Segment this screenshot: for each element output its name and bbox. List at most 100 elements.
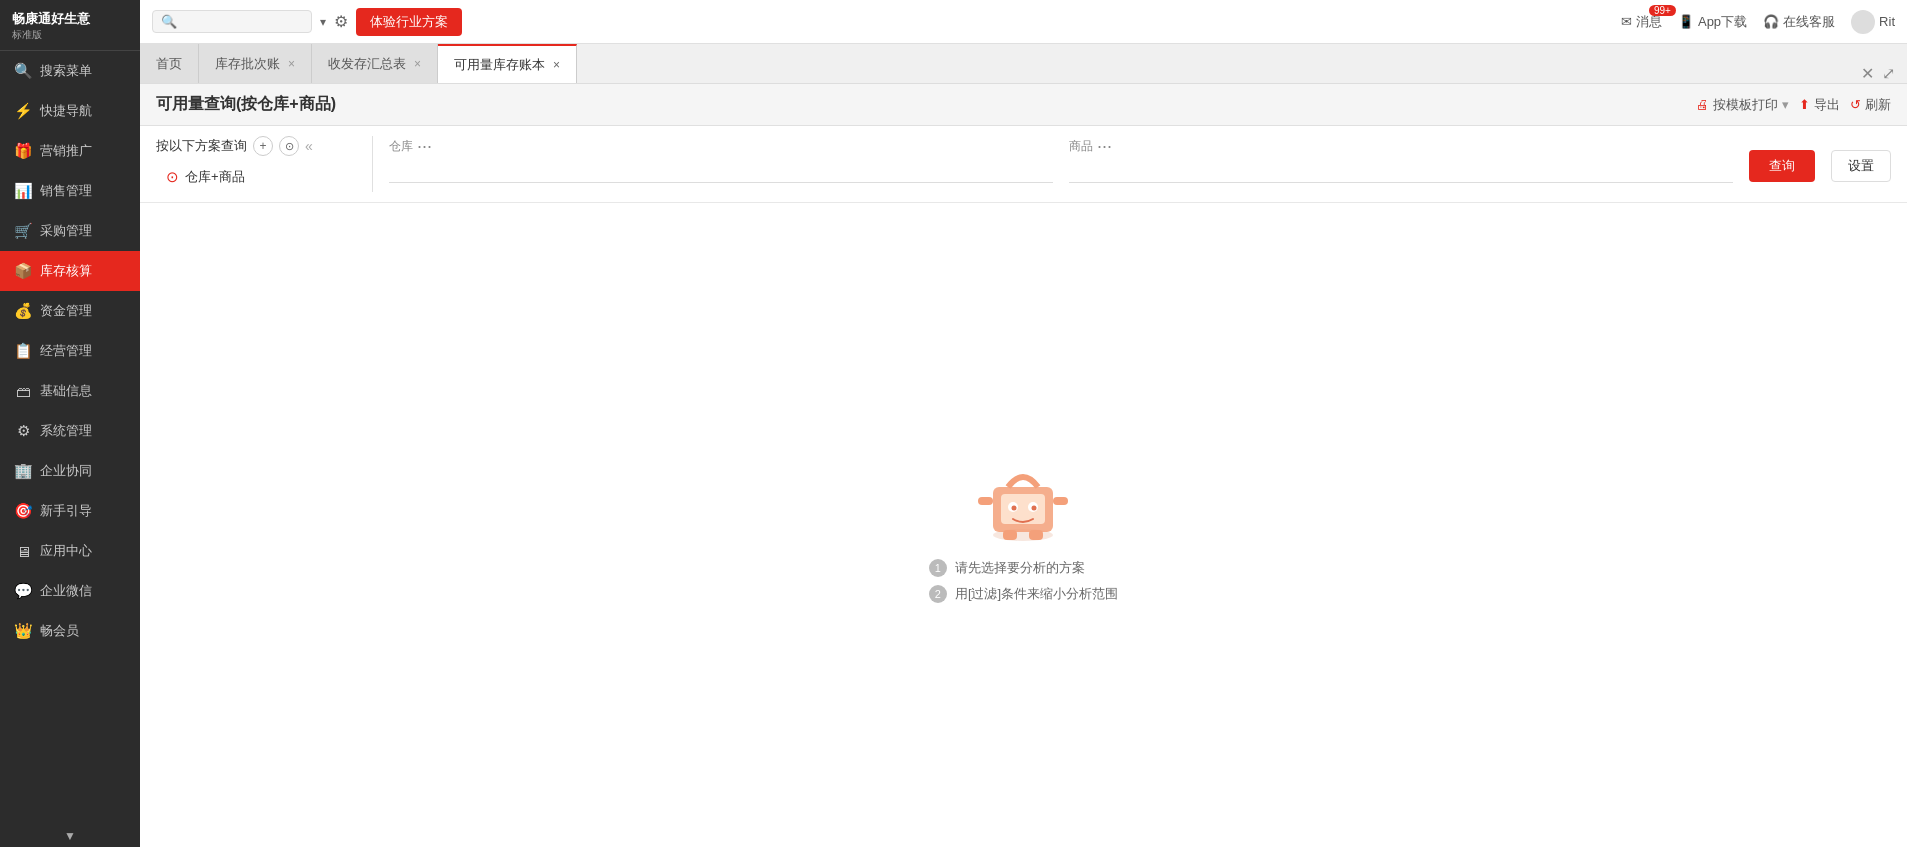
sidebar-item-inventory[interactable]: 📦 库存核算 bbox=[0, 251, 140, 291]
service-label: 在线客服 bbox=[1783, 13, 1835, 31]
collapse-filter-btn[interactable]: « bbox=[305, 138, 313, 154]
sidebar-item-label: 营销推广 bbox=[40, 142, 92, 160]
tab-stocksummary[interactable]: 收发存汇总表 × bbox=[312, 44, 438, 83]
warehouse-field: 仓库 ··· bbox=[389, 136, 1053, 183]
tip-num-2: 2 bbox=[929, 585, 947, 603]
tab-home[interactable]: 首页 bbox=[140, 44, 199, 83]
sidebar-item-search[interactable]: 🔍 搜索菜单 bbox=[0, 51, 140, 91]
svg-rect-8 bbox=[1053, 497, 1068, 505]
search-icon: 🔍 bbox=[14, 62, 32, 80]
sidebar-item-appstore[interactable]: 🖥 应用中心 bbox=[0, 531, 140, 571]
sidebar-item-label: 企业微信 bbox=[40, 582, 92, 600]
product-input[interactable] bbox=[1069, 161, 1733, 183]
sidebar-item-wechat[interactable]: 💬 企业微信 bbox=[0, 571, 140, 611]
tabs-bar: 首页 库存批次账 × 收发存汇总表 × 可用量库存账本 × ✕ ⤢ bbox=[140, 44, 1907, 84]
sidebar-logo: 畅康通好生意 标准版 bbox=[0, 0, 140, 51]
tip-text-2: 用[过滤]条件来缩小分析范围 bbox=[955, 585, 1118, 603]
service-btn[interactable]: 🎧 在线客服 bbox=[1763, 13, 1835, 31]
message-icon: ✉ bbox=[1621, 14, 1632, 29]
user-name: Rit bbox=[1879, 14, 1895, 29]
tab-home-label: 首页 bbox=[156, 55, 182, 73]
chart-icon: 📊 bbox=[14, 182, 32, 200]
sidebar-item-label: 新手引导 bbox=[40, 502, 92, 520]
sidebar-item-basic[interactable]: 🗃 基础信息 bbox=[0, 371, 140, 411]
content-area: 1 请先选择要分析的方案 2 用[过滤]条件来缩小分析范围 bbox=[140, 203, 1907, 847]
message-badge: 99+ bbox=[1649, 5, 1676, 16]
tab-batch[interactable]: 库存批次账 × bbox=[199, 44, 312, 83]
gear-icon[interactable]: ⚙ bbox=[334, 12, 348, 31]
app-label: App下载 bbox=[1698, 13, 1747, 31]
export-label: 导出 bbox=[1814, 96, 1840, 114]
sidebar-item-operation[interactable]: 📋 经营管理 bbox=[0, 331, 140, 371]
tab-batch-close[interactable]: × bbox=[288, 57, 295, 71]
filter-divider bbox=[372, 136, 373, 192]
sidebar-item-corp[interactable]: 🏢 企业协同 bbox=[0, 451, 140, 491]
tab-available[interactable]: 可用量库存账本 × bbox=[438, 44, 577, 83]
tab-batch-label: 库存批次账 bbox=[215, 55, 280, 73]
sidebar-item-label: 基础信息 bbox=[40, 382, 92, 400]
sidebar-item-label: 销售管理 bbox=[40, 182, 92, 200]
sidebar-item-shortcut[interactable]: ⚡ 快捷导航 bbox=[0, 91, 140, 131]
sidebar-item-label: 库存核算 bbox=[40, 262, 92, 280]
sidebar-item-label: 资金管理 bbox=[40, 302, 92, 320]
sidebar-scroll-down[interactable]: ▼ bbox=[0, 825, 140, 847]
money-icon: 💰 bbox=[14, 302, 32, 320]
page-header: 可用量查询(按仓库+商品) 🖨 按模板打印 ▾ ⬆ 导出 ↺ 刷新 bbox=[140, 84, 1907, 126]
database-icon: 🗃 bbox=[14, 383, 32, 400]
filter-label-text: 按以下方案查询 bbox=[156, 137, 247, 155]
sidebar-item-label: 企业协同 bbox=[40, 462, 92, 480]
svg-point-5 bbox=[1012, 506, 1017, 511]
print-btn[interactable]: 🖨 按模板打印 ▾ bbox=[1696, 96, 1789, 114]
tab-available-close[interactable]: × bbox=[553, 58, 560, 72]
sidebar-item-label: 畅会员 bbox=[40, 622, 79, 640]
product-more-btn[interactable]: ··· bbox=[1097, 136, 1112, 157]
sidebar-item-marketing[interactable]: 🎁 营销推广 bbox=[0, 131, 140, 171]
product-label: 商品 bbox=[1069, 138, 1093, 155]
add-scheme-btn[interactable]: + bbox=[253, 136, 273, 156]
edit-scheme-btn[interactable]: ⊙ bbox=[279, 136, 299, 156]
logo-title: 畅康通好生意 bbox=[12, 10, 128, 28]
user-menu[interactable]: Rit bbox=[1851, 10, 1895, 34]
scheme-icon: ⊙ bbox=[166, 168, 179, 186]
sidebar-item-label: 快捷导航 bbox=[40, 102, 92, 120]
filter-left: 按以下方案查询 + ⊙ « ⊙ 仓库+商品 bbox=[156, 136, 356, 192]
export-btn[interactable]: ⬆ 导出 bbox=[1799, 96, 1840, 114]
svg-rect-2 bbox=[1001, 494, 1045, 524]
print-label: 按模板打印 bbox=[1713, 96, 1778, 114]
sidebar-item-sales[interactable]: 📊 销售管理 bbox=[0, 171, 140, 211]
gear-icon: ⚙ bbox=[14, 422, 32, 440]
tabs-expand-icon[interactable]: ⤢ bbox=[1882, 64, 1895, 83]
sidebar-item-member[interactable]: 👑 畅会员 bbox=[0, 611, 140, 651]
sidebar-item-purchase[interactable]: 🛒 采购管理 bbox=[0, 211, 140, 251]
shortcut-icon: ⚡ bbox=[14, 102, 32, 120]
settings-btn[interactable]: 设置 bbox=[1831, 150, 1891, 182]
query-btn[interactable]: 查询 bbox=[1749, 150, 1815, 182]
message-btn[interactable]: ✉ 消息 99+ bbox=[1621, 13, 1662, 31]
industry-btn[interactable]: 体验行业方案 bbox=[356, 8, 462, 36]
filter-scheme-item[interactable]: ⊙ 仓库+商品 bbox=[156, 162, 356, 192]
svg-point-6 bbox=[1032, 506, 1037, 511]
warehouse-label: 仓库 bbox=[389, 138, 413, 155]
search-input[interactable] bbox=[181, 15, 301, 29]
topbar: 🔍 ▾ ⚙ 体验行业方案 ✉ 消息 99+ 📱 App下载 🎧 在线客服 Rit bbox=[140, 0, 1907, 44]
page-title: 可用量查询(按仓库+商品) bbox=[156, 94, 336, 115]
sidebar-item-system[interactable]: ⚙ 系统管理 bbox=[0, 411, 140, 451]
page-actions: 🖨 按模板打印 ▾ ⬆ 导出 ↺ 刷新 bbox=[1696, 96, 1891, 114]
app-download-btn[interactable]: 📱 App下载 bbox=[1678, 13, 1747, 31]
sidebar-item-label: 应用中心 bbox=[40, 542, 92, 560]
dropdown-arrow[interactable]: ▾ bbox=[320, 15, 326, 29]
sidebar: 畅康通好生意 标准版 🔍 搜索菜单 ⚡ 快捷导航 🎁 营销推广 📊 销售管理 🛒… bbox=[0, 0, 140, 847]
warehouse-more-btn[interactable]: ··· bbox=[417, 136, 432, 157]
refresh-btn[interactable]: ↺ 刷新 bbox=[1850, 96, 1891, 114]
print-dropdown[interactable]: ▾ bbox=[1782, 97, 1789, 112]
cart-icon: 🛒 bbox=[14, 222, 32, 240]
tabs-close-all-icon[interactable]: ✕ bbox=[1861, 64, 1874, 83]
sidebar-item-finance[interactable]: 💰 资金管理 bbox=[0, 291, 140, 331]
warehouse-input[interactable] bbox=[389, 161, 1053, 183]
tab-stocksummary-label: 收发存汇总表 bbox=[328, 55, 406, 73]
svg-rect-9 bbox=[1003, 530, 1017, 540]
target-icon: 🎯 bbox=[14, 502, 32, 520]
tab-stocksummary-close[interactable]: × bbox=[414, 57, 421, 71]
scheme-label: 仓库+商品 bbox=[185, 168, 245, 186]
sidebar-item-newbie[interactable]: 🎯 新手引导 bbox=[0, 491, 140, 531]
